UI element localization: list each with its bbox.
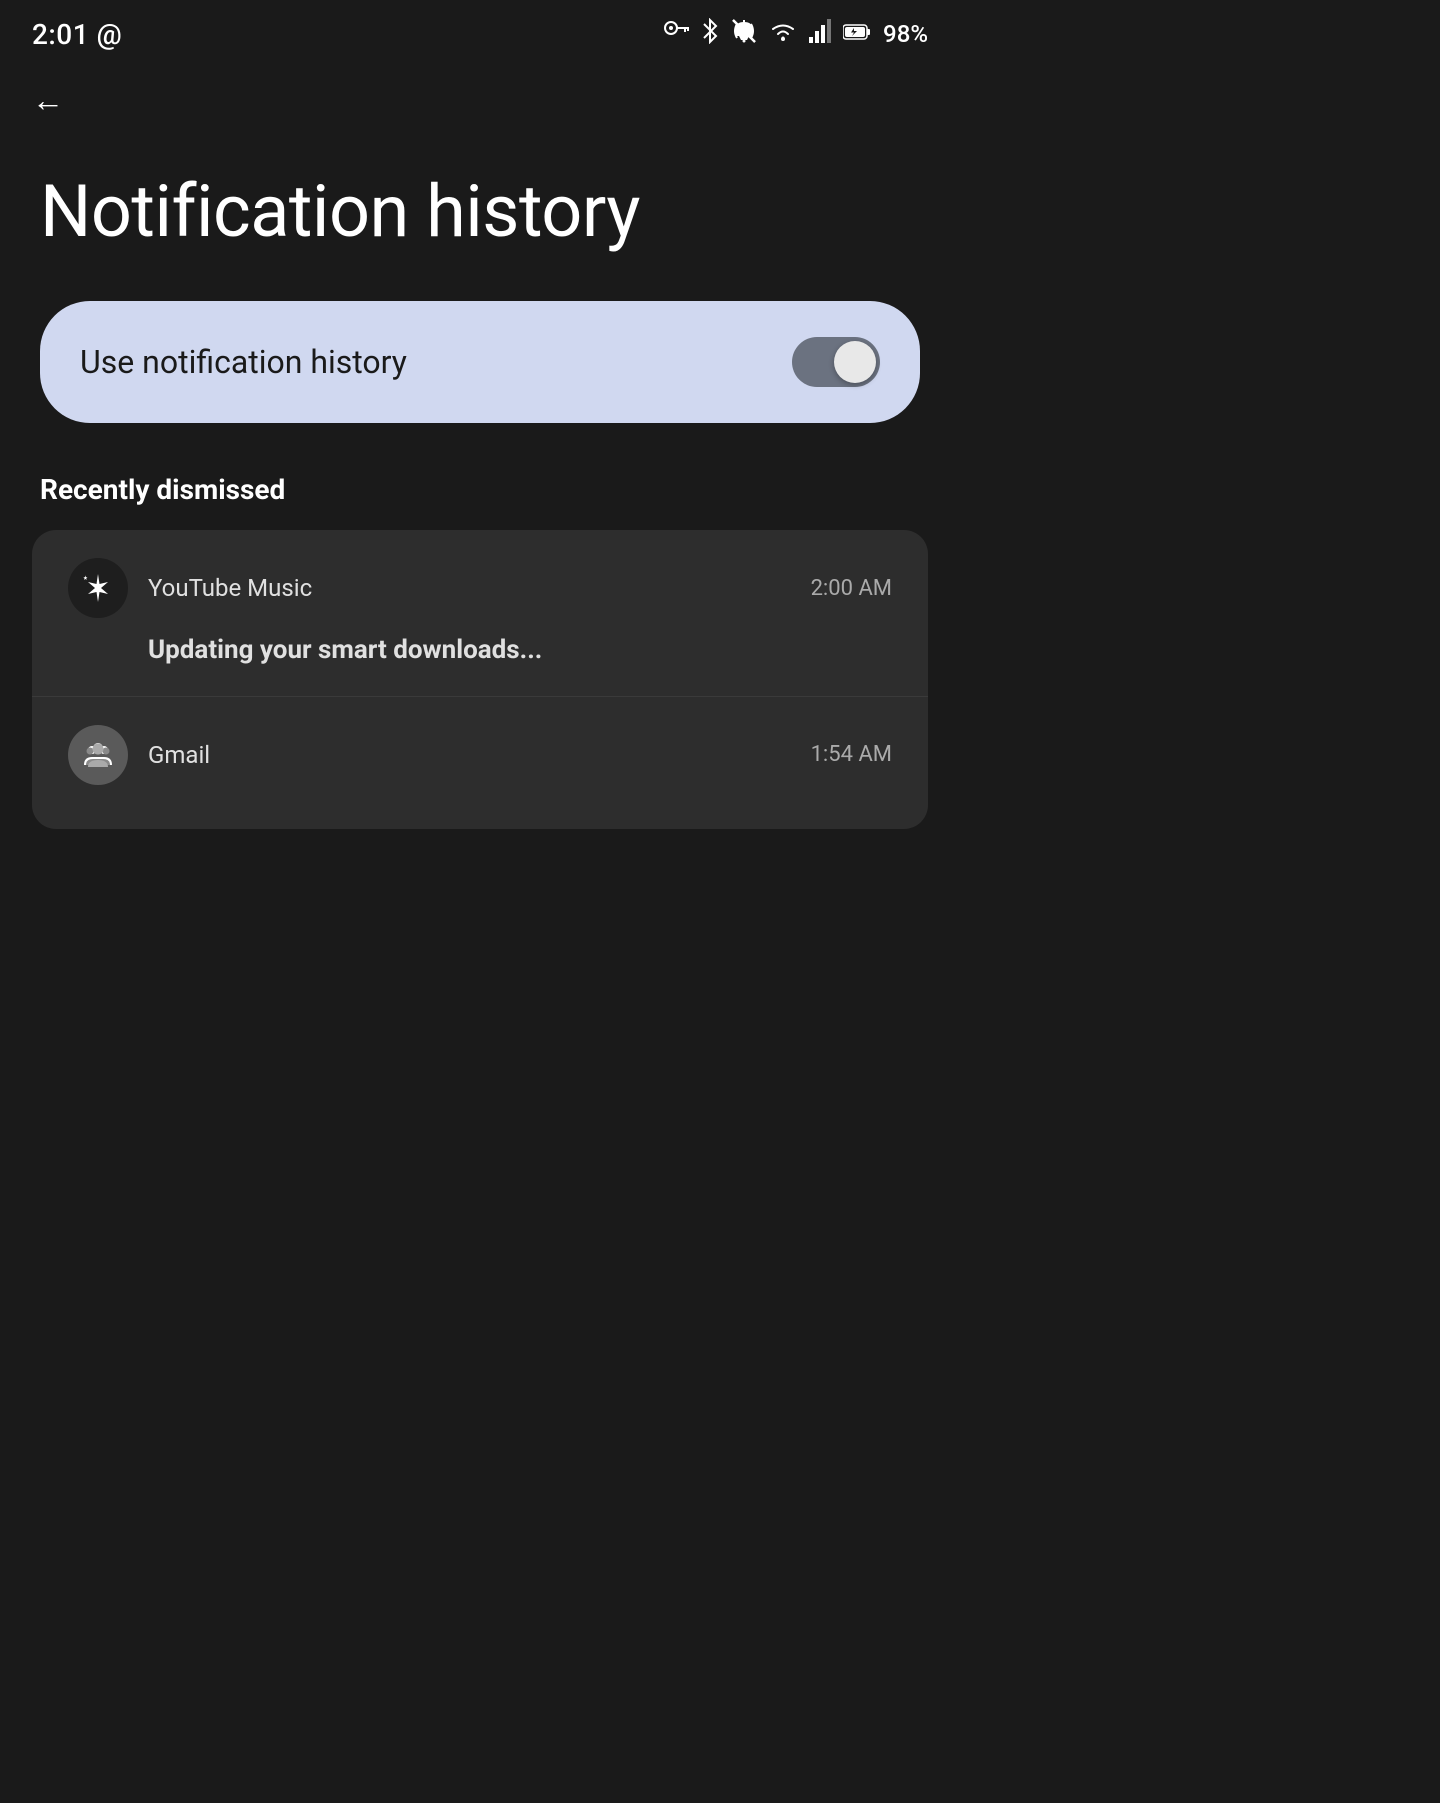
notification-header-gmail: Gmail 1:54 AM (68, 725, 892, 785)
battery-icon (843, 22, 871, 47)
status-time: 2:01 @ (32, 18, 122, 51)
notification-list: YouTube Music 2:00 AM Updating your smar… (32, 530, 928, 829)
youtube-music-app-name: YouTube Music (148, 574, 791, 602)
toggle-label: Use notification history (80, 343, 407, 381)
recently-dismissed-header: Recently dismissed (0, 473, 960, 530)
notification-history-toggle[interactable] (792, 337, 880, 387)
back-arrow-icon: ← (32, 81, 64, 119)
gmail-icon (68, 725, 128, 785)
notification-item-gmail[interactable]: Gmail 1:54 AM (32, 697, 928, 829)
toggle-knob (834, 341, 876, 383)
gmail-app-name: Gmail (148, 741, 791, 769)
key-icon (663, 20, 689, 48)
back-button[interactable]: ← (0, 60, 960, 132)
status-bar: 2:01 @ (0, 0, 960, 60)
youtube-music-body: Updating your smart downloads... (68, 634, 892, 668)
notification-item-youtube-music[interactable]: YouTube Music 2:00 AM Updating your smar… (32, 530, 928, 697)
wifi-icon (769, 20, 797, 48)
youtube-music-time: 2:00 AM (811, 576, 892, 601)
notification-history-toggle-card: Use notification history (40, 301, 920, 423)
youtube-music-icon (68, 558, 128, 618)
at-sign: @ (97, 18, 123, 51)
page-title: Notification history (0, 132, 960, 301)
mute-icon (731, 18, 757, 50)
bluetooth-icon (701, 18, 719, 50)
notification-header-yt: YouTube Music 2:00 AM (68, 558, 892, 618)
status-icons: 98% (663, 18, 928, 50)
signal-icon (809, 19, 831, 49)
gmail-time: 1:54 AM (811, 742, 892, 767)
battery-percent: 98% (883, 20, 928, 48)
time-display: 2:01 (32, 18, 89, 51)
